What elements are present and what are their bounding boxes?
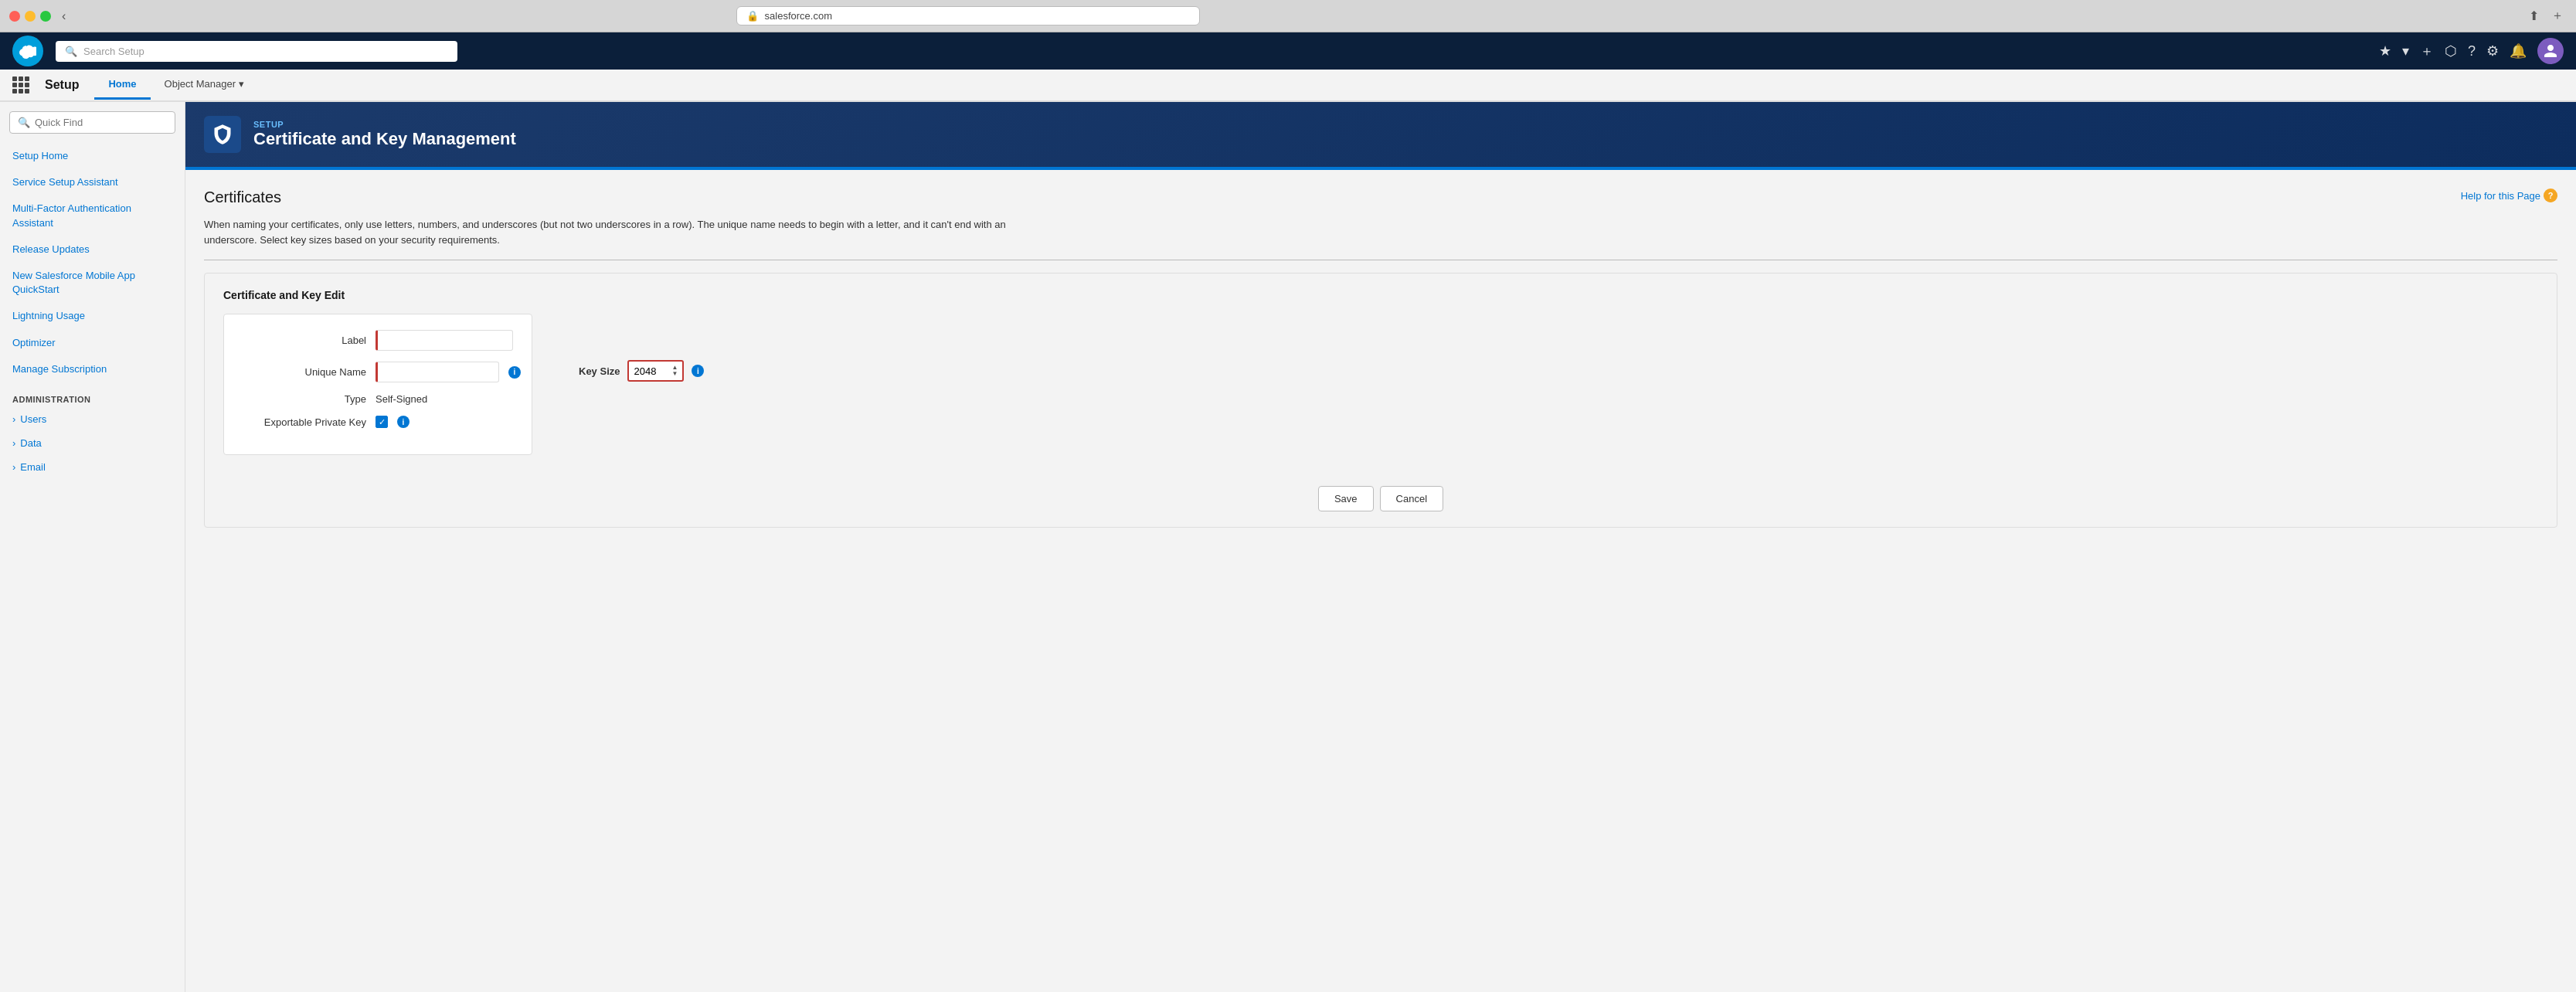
nav-tabs: Home Object Manager ▾ [94,70,258,100]
key-size-input[interactable]: 2048 [634,365,668,377]
close-button[interactable] [9,11,20,22]
main-layout: 🔍 Setup Home Service Setup Assistant Mul… [0,102,2576,992]
sidebar-item-manage-subscription[interactable]: Manage Subscription [0,356,185,382]
field-label-unique-name: Unique Name [243,366,366,378]
form-row-exportable: Exportable Private Key ✓ i [243,416,513,428]
key-size-label: Key Size [579,365,620,377]
cancel-button[interactable]: Cancel [1380,486,1443,511]
search-icon: 🔍 [18,117,30,128]
sidebar-item-data[interactable]: › Data [0,431,185,455]
form-container: Label Unique Name i Type Self-Sign [223,314,532,455]
key-size-control: 2048 ▲ ▼ [627,360,684,382]
chevron-down-icon: ▾ [239,78,244,90]
page-header: SETUP Certificate and Key Management [185,102,2576,170]
secondary-nav: Setup Home Object Manager ▾ [0,70,2576,102]
traffic-lights [9,11,51,22]
unique-name-input[interactable] [376,362,499,382]
app-title: Setup [45,78,79,92]
card-title: Certificate and Key Edit [223,289,2538,301]
lock-icon: 🔒 [746,10,759,22]
form-row-label: Label [243,330,513,351]
address-text: salesforce.com [765,10,832,22]
field-label-exportable: Exportable Private Key [243,416,366,428]
favorites-dropdown-icon[interactable]: ▾ [2402,42,2409,59]
help-icon: ? [2544,189,2557,202]
search-icon: 🔍 [65,46,77,57]
key-size-stepper: ▲ ▼ [671,365,678,377]
sidebar: 🔍 Setup Home Service Setup Assistant Mul… [0,102,185,992]
settings-icon[interactable]: ⚙ [2486,42,2499,59]
field-label-label: Label [243,335,366,346]
tab-object-manager[interactable]: Object Manager ▾ [151,70,259,100]
sidebar-item-optimizer[interactable]: Optimizer [0,330,185,356]
notifications-icon[interactable]: 🔔 [2510,42,2527,59]
content-body: Help for this Page ? Certificates When n… [185,170,2576,546]
form-row-unique-name: Unique Name i [243,362,513,382]
unique-name-info-icon[interactable]: i [508,366,521,379]
search-bar[interactable]: 🔍 Search Setup [56,41,457,62]
sidebar-item-mobile-quickstart[interactable]: New Salesforce Mobile App QuickStart [0,263,185,303]
sidebar-item-release-updates[interactable]: Release Updates [0,236,185,263]
sidebar-item-lightning-usage[interactable]: Lightning Usage [0,303,185,329]
sidebar-item-users[interactable]: › Users [0,407,185,431]
favorites-icon[interactable]: ★ [2379,42,2391,59]
type-value: Self-Signed [376,393,427,405]
maximize-button[interactable] [40,11,51,22]
browser-chrome: ‹ 🔒 salesforce.com ⬆ ＋ [0,0,2576,32]
share-button[interactable]: ⬆ [2526,6,2542,25]
sidebar-item-service-setup[interactable]: Service Setup Assistant [0,169,185,195]
breadcrumb: SETUP [253,120,516,129]
exportable-info-icon[interactable]: i [397,416,410,428]
nav-icons: ★ ▾ ＋ ⬡ ? ⚙ 🔔 [2379,38,2564,64]
salesforce-logo[interactable] [12,36,43,66]
minimize-button[interactable] [25,11,36,22]
field-label-type: Type [243,393,366,405]
chevron-right-icon: › [12,413,15,425]
tab-home[interactable]: Home [94,70,150,100]
exportable-checkbox[interactable]: ✓ [376,416,388,428]
quick-find-container[interactable]: 🔍 [9,111,175,134]
form-actions: Save Cancel [223,486,2538,511]
add-icon[interactable]: ＋ [2420,42,2434,60]
top-nav: 🔍 Search Setup ★ ▾ ＋ ⬡ ? ⚙ 🔔 [0,32,2576,70]
content-area: SETUP Certificate and Key Management Hel… [185,102,2576,992]
key-size-decrement[interactable]: ▼ [671,371,678,377]
certificate-key-edit-card: Certificate and Key Edit Label Unique Na… [204,273,2557,528]
label-input[interactable] [376,330,513,351]
quick-find-input[interactable] [35,117,167,128]
address-bar[interactable]: 🔒 salesforce.com [736,6,1200,25]
sidebar-section-administration: ADMINISTRATION [0,389,185,407]
sidebar-item-mfa[interactable]: Multi-Factor Authentication Assistant [0,195,185,236]
save-button[interactable]: Save [1318,486,1374,511]
new-tab-button[interactable]: ＋ [2548,6,2567,25]
chevron-right-icon: › [12,437,15,449]
section-title: Certificates [204,189,2557,206]
avatar[interactable] [2537,38,2564,64]
header-icon [204,116,241,153]
description-text: When naming your certificates, only use … [204,217,1054,247]
chevron-right-icon: › [12,461,15,473]
key-size-section: Key Size 2048 ▲ ▼ i [579,360,704,382]
help-icon[interactable]: ? [2468,43,2476,59]
form-row-type: Type Self-Signed [243,393,513,405]
header-text: SETUP Certificate and Key Management [253,120,516,149]
page-title: Certificate and Key Management [253,129,516,149]
browser-actions: ⬆ ＋ [2526,6,2567,25]
sidebar-item-setup-home[interactable]: Setup Home [0,143,185,169]
key-size-info-icon[interactable]: i [692,365,704,377]
back-button[interactable]: ‹ [59,8,69,25]
help-link[interactable]: Help for this Page ? [2461,189,2557,202]
app-launcher[interactable] [12,76,29,93]
grid-icon [12,76,29,93]
lightning-icon[interactable]: ⬡ [2445,42,2457,59]
sidebar-item-email[interactable]: › Email [0,455,185,479]
search-placeholder: Search Setup [83,46,144,57]
